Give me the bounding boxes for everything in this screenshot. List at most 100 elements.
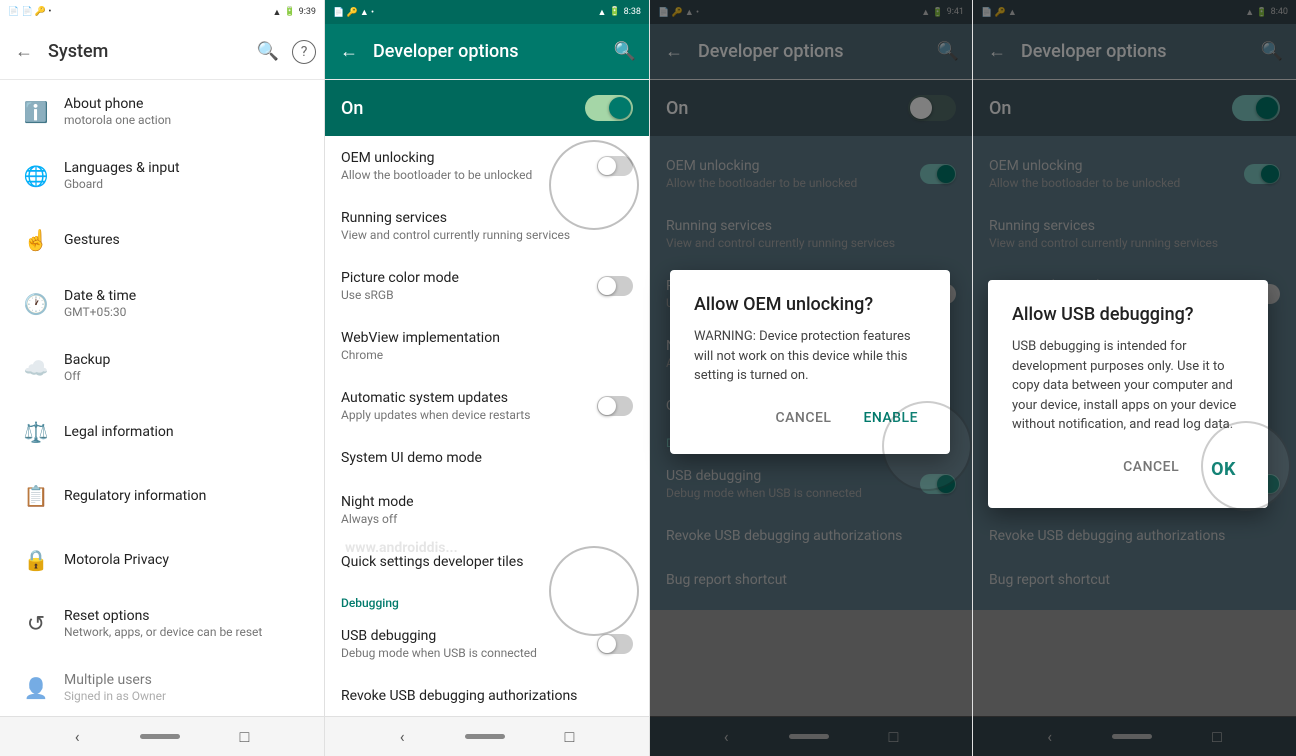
sidebar-item-reset[interactable]: ↺ Reset options Network, apps, or device… [0, 592, 324, 656]
usb-dialog-actions: Cancel OK [1012, 455, 1244, 484]
oem-dialog-body: WARNING: Device protection features will… [694, 327, 926, 386]
revoke-row[interactable]: Revoke USB debugging authorizations [325, 674, 649, 716]
backup-subtitle: Off [64, 369, 308, 385]
recent-nav-btn[interactable]: □ [240, 727, 250, 747]
running-services-row[interactable]: Running services View and control curren… [325, 196, 649, 256]
time-display-2: 8:38 [624, 7, 641, 17]
back-nav-2[interactable]: ‹ [400, 727, 405, 746]
developer-on-row[interactable]: On [325, 80, 649, 136]
motorola-icon: 🔒 [16, 540, 56, 580]
sidebar-item-gestures[interactable]: ☝️ Gestures [0, 208, 324, 272]
sidebar-item-datetime[interactable]: 🕐 Date & time GMT+05:30 [0, 272, 324, 336]
demo-title: System UI demo mode [341, 450, 633, 466]
system-title: System [48, 41, 244, 62]
debugging-label: Debugging [325, 584, 649, 614]
usb-debug-row[interactable]: USB debugging Debug mode when USB is con… [325, 614, 649, 674]
quicksettings-row[interactable]: Quick settings developer tiles [325, 540, 649, 584]
usb-toggle[interactable] [597, 634, 633, 654]
sidebar-item-languages[interactable]: 🌐 Languages & input Gboard [0, 144, 324, 208]
datetime-subtitle: GMT+05:30 [64, 305, 308, 321]
notification-icons: 📄 📄 🔑 • [8, 7, 51, 17]
datetime-icon: 🕐 [16, 284, 56, 324]
sidebar-item-motorola[interactable]: 🔒 Motorola Privacy [0, 528, 324, 592]
oem-enable-btn[interactable]: Enable [855, 406, 926, 430]
battery-icon-2: 🔋 [609, 7, 620, 17]
oem-cancel-btn[interactable]: Cancel [767, 406, 839, 430]
about-title: About phone [64, 95, 308, 113]
recent-nav-2[interactable]: □ [565, 727, 575, 747]
picture-color-row[interactable]: Picture color mode Use sRGB [325, 256, 649, 316]
home-nav-btn[interactable] [140, 734, 180, 739]
sidebar-item-backup[interactable]: ☁️ Backup Off [0, 336, 324, 400]
autoupdate-subtitle: Apply updates when device restarts [341, 408, 530, 422]
reset-subtitle: Network, apps, or device can be reset [64, 625, 308, 641]
help-button[interactable]: ? [292, 40, 316, 64]
dev-search-button[interactable]: 🔍 [609, 36, 641, 68]
usb-title: USB debugging [341, 628, 537, 644]
back-button[interactable]: ← [8, 36, 40, 68]
status-icons-left-2: 📄 🔑 ▲ • [333, 7, 374, 18]
languages-icon: 🌐 [16, 156, 56, 196]
webview-subtitle: Chrome [341, 348, 633, 362]
autoupdate-row[interactable]: Automatic system updates Apply updates w… [325, 376, 649, 436]
oem-unlock-dialog: Allow OEM unlocking? WARNING: Device pro… [670, 270, 950, 454]
back-nav-btn[interactable]: ‹ [75, 727, 80, 746]
reset-icon: ↺ [16, 604, 56, 644]
developer-options-panel: 📄 🔑 ▲ • ▲ 🔋 8:38 ← Developer options 🔍 O… [325, 0, 650, 756]
home-nav-2[interactable] [465, 734, 505, 739]
usb-cancel-btn[interactable]: Cancel [1115, 455, 1187, 484]
multiusers-subtitle: Signed in as Owner [64, 689, 308, 705]
picture-title: Picture color mode [341, 270, 459, 286]
about-subtitle: motorola one action [64, 113, 308, 129]
status-icons-right-2: ▲ 🔋 8:38 [598, 7, 642, 18]
picture-toggle[interactable] [597, 276, 633, 296]
bottom-nav-2: ‹ □ [325, 716, 649, 756]
dev-settings-list: OEM unlocking Allow the bootloader to be… [325, 136, 649, 716]
quicksettings-title: Quick settings developer tiles [341, 554, 633, 570]
status-bar-1: 📄 📄 🔑 • ▲ 🔋 9:39 [0, 0, 324, 24]
backup-title: Backup [64, 351, 308, 369]
sidebar-item-regulatory[interactable]: 📋 Regulatory information [0, 464, 324, 528]
status-icons-right: ▲ 🔋 9:39 [273, 7, 317, 18]
sidebar-item-legal[interactable]: ⚖️ Legal information [0, 400, 324, 464]
usb-subtitle: Debug mode when USB is connected [341, 646, 537, 660]
status-icons-left: 📄 📄 🔑 • [8, 7, 51, 17]
multiusers-title: Multiple users [64, 671, 308, 689]
usb-dialog-body: USB debugging is intended for developmen… [1012, 337, 1244, 435]
wifi-icon: ▲ [273, 7, 282, 18]
oem-title: OEM unlocking [341, 150, 532, 166]
regulatory-icon: 📋 [16, 476, 56, 516]
system-settings-panel: 📄 📄 🔑 • ▲ 🔋 9:39 ← System 🔍 ? ℹ️ About p… [0, 0, 325, 756]
picture-subtitle: Use sRGB [341, 288, 459, 302]
dev-on-label: On [341, 98, 363, 119]
revoke-title: Revoke USB debugging authorizations [341, 688, 633, 704]
sidebar-item-multiusers[interactable]: 👤 Multiple users Signed in as Owner [0, 656, 324, 716]
notif-icons-2: 📄 🔑 ▲ • [333, 7, 374, 18]
usb-ok-btn[interactable]: OK [1203, 455, 1244, 484]
languages-title: Languages & input [64, 159, 308, 177]
bottom-nav-1: ‹ □ [0, 716, 324, 756]
status-bar-2: 📄 🔑 ▲ • ▲ 🔋 8:38 [325, 0, 649, 24]
running-subtitle: View and control currently running servi… [341, 228, 633, 242]
languages-subtitle: Gboard [64, 177, 308, 193]
oem-toggle[interactable] [597, 156, 633, 176]
developer-usb-dialog-panel: 📄 🔑 ▲ ▲ 🔋 8:40 ← Developer options 🔍 On … [973, 0, 1296, 756]
datetime-title: Date & time [64, 287, 308, 305]
oem-dialog-actions: Cancel Enable [694, 406, 926, 430]
webview-title: WebView implementation [341, 330, 633, 346]
demo-row[interactable]: System UI demo mode [325, 436, 649, 480]
sidebar-item-about[interactable]: ℹ️ About phone motorola one action [0, 80, 324, 144]
oem-unlocking-row[interactable]: OEM unlocking Allow the bootloader to be… [325, 136, 649, 196]
autoupdate-toggle[interactable] [597, 396, 633, 416]
wifi-icon-2: ▲ [598, 7, 607, 18]
usb-debug-dialog: Allow USB debugging? USB debugging is in… [988, 280, 1268, 508]
nightmode-row[interactable]: Night mode Always off [325, 480, 649, 540]
gestures-title: Gestures [64, 231, 308, 249]
reset-title: Reset options [64, 607, 308, 625]
dev-back-button[interactable]: ← [333, 36, 365, 68]
backup-icon: ☁️ [16, 348, 56, 388]
nightmode-title: Night mode [341, 494, 633, 510]
developer-toggle[interactable] [585, 95, 633, 121]
search-button[interactable]: 🔍 [252, 36, 284, 68]
webview-row[interactable]: WebView implementation Chrome [325, 316, 649, 376]
